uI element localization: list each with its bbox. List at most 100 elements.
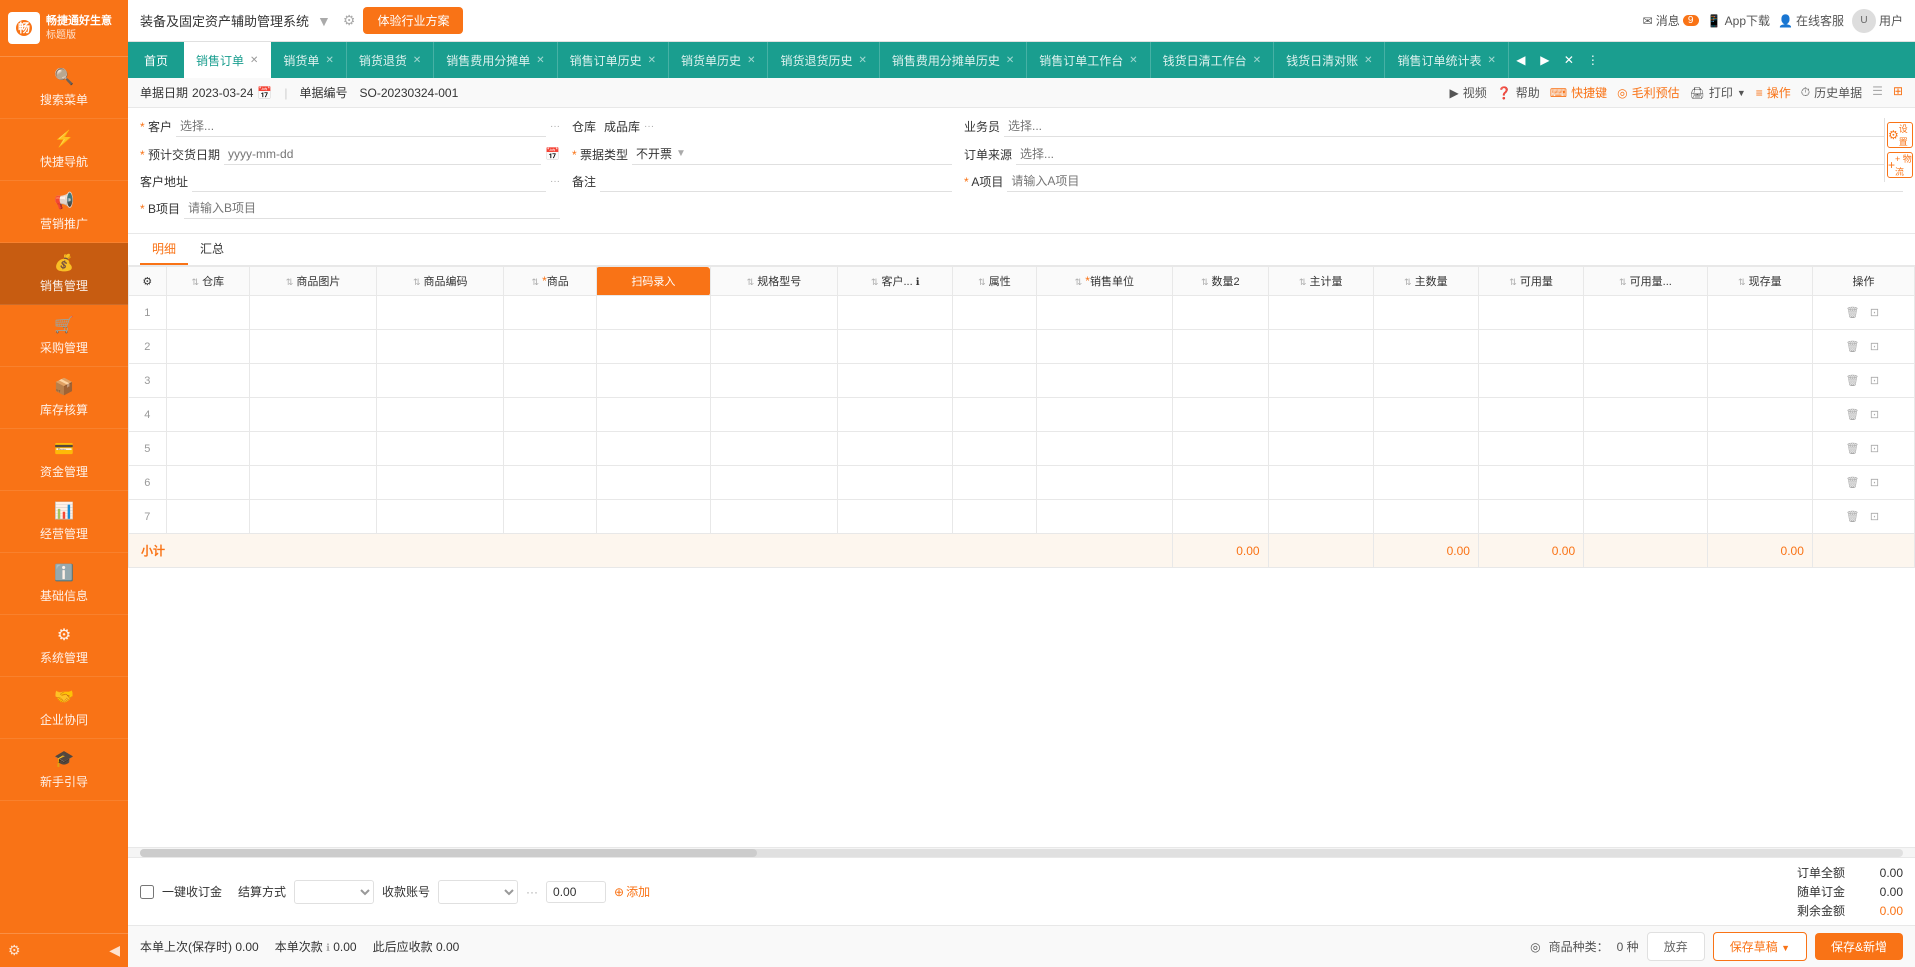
sidebar-item-collab[interactable]: 🤝 企业协同 xyxy=(0,677,128,739)
solution-button[interactable]: 体验行业方案 xyxy=(363,7,463,34)
history-btn[interactable]: ⏱ 历史单据 xyxy=(1801,84,1862,101)
row-stock-1[interactable] xyxy=(1707,296,1812,330)
tab-workbench[interactable]: 销售订单工作台 ✕ xyxy=(1027,42,1150,78)
tab-fee-split[interactable]: 销售费用分摊单 ✕ xyxy=(434,42,557,78)
row-delete-1[interactable]: 🗑 xyxy=(1842,303,1862,323)
row-warehouse-1[interactable] xyxy=(166,296,249,330)
tab-close-reconcile[interactable]: ✕ xyxy=(1364,55,1372,66)
col-qty2[interactable]: ⇅ 数量2 xyxy=(1173,267,1268,296)
row-copy-2[interactable]: ⊡ xyxy=(1864,337,1884,357)
row-delete-7[interactable]: 🗑 xyxy=(1842,507,1862,527)
row-available-1[interactable] xyxy=(1478,296,1583,330)
row-main-qty-2[interactable] xyxy=(1373,330,1478,364)
b-project-input[interactable] xyxy=(184,198,560,219)
tab-close-return[interactable]: ✕ xyxy=(413,55,421,66)
row-code-1[interactable] xyxy=(377,296,504,330)
add-material-btn[interactable]: + + 物流 xyxy=(1887,152,1913,178)
app-download-btn[interactable]: 📱 App下载 xyxy=(1707,12,1770,29)
row-copy-4[interactable]: ⊡ xyxy=(1864,405,1884,425)
sidebar-item-marketing[interactable]: 📢 营销推广 xyxy=(0,181,128,243)
row-warehouse-2[interactable] xyxy=(166,330,249,364)
row-spec-1[interactable] xyxy=(710,296,837,330)
calendar-icon[interactable]: 📅 xyxy=(257,86,272,100)
row-copy-7[interactable]: ⊡ xyxy=(1864,507,1884,527)
col-image[interactable]: ⇅ 商品图片 xyxy=(249,267,376,296)
delivery-input[interactable] xyxy=(224,144,541,165)
row-product-2[interactable] xyxy=(504,330,597,364)
row-attr-1[interactable] xyxy=(953,296,1036,330)
row-product-1[interactable] xyxy=(504,296,597,330)
row-main-qty-1[interactable] xyxy=(1373,296,1478,330)
tab-home[interactable]: 首页 xyxy=(128,42,184,78)
col-customer-code[interactable]: ⇅ 客户... ℹ xyxy=(838,267,953,296)
sidebar-settings-btn[interactable]: ⚙ xyxy=(8,942,21,959)
row-copy-6[interactable]: ⊡ xyxy=(1864,473,1884,493)
tab-close-fee-history[interactable]: ✕ xyxy=(1006,55,1014,66)
tab-close-all[interactable]: ✕ xyxy=(1557,42,1581,78)
message-btn[interactable]: ✉ 消息 9 xyxy=(1643,12,1699,29)
warehouse-value[interactable]: 成品库 xyxy=(604,118,640,135)
online-service-btn[interactable]: 👤 在线客服 xyxy=(1778,12,1844,29)
row-code-2[interactable] xyxy=(377,330,504,364)
tab-summary[interactable]: 汇总 xyxy=(188,234,236,265)
row-barcode-2[interactable] xyxy=(596,330,710,364)
staff-input[interactable] xyxy=(1004,116,1903,137)
col-spec[interactable]: ⇅ 规格型号 xyxy=(710,267,837,296)
sidebar-item-system[interactable]: ⚙ 系统管理 xyxy=(0,615,128,677)
sidebar-item-guide[interactable]: 🎓 新手引导 xyxy=(0,739,128,801)
table-scrollbar[interactable] xyxy=(128,847,1915,857)
row-delete-3[interactable]: 🗑 xyxy=(1842,371,1862,391)
row-spec-2[interactable] xyxy=(710,330,837,364)
tab-return-history[interactable]: 销货退货历史 ✕ xyxy=(768,42,879,78)
operation-btn[interactable]: ≡ 操作 xyxy=(1756,84,1791,101)
sidebar-item-search[interactable]: 🔍 搜索菜单 xyxy=(0,57,128,119)
row-copy-1[interactable]: ⊡ xyxy=(1864,303,1884,323)
sidebar-item-base[interactable]: ℹ️ 基础信息 xyxy=(0,553,128,615)
row-image-2[interactable] xyxy=(249,330,376,364)
row-copy-5[interactable]: ⊡ xyxy=(1864,439,1884,459)
invoice-select[interactable]: 不开票 ▼ xyxy=(632,143,952,165)
delivery-cal-icon[interactable]: 📅 xyxy=(545,147,560,161)
tab-reconcile[interactable]: 钱货日清对账 ✕ xyxy=(1274,42,1385,78)
tab-close-sales[interactable]: ✕ xyxy=(250,55,258,66)
col-warehouse[interactable]: ⇅ 仓库 xyxy=(166,267,249,296)
tab-order-history[interactable]: 销售订单历史 ✕ xyxy=(558,42,669,78)
payment-amount[interactable] xyxy=(546,881,606,903)
col-stock[interactable]: ⇅ 现存量 xyxy=(1707,267,1812,296)
col-product[interactable]: ⇅ *商品 xyxy=(504,267,597,296)
row-warehouse-3[interactable] xyxy=(166,364,249,398)
row-delete-4[interactable]: 🗑 xyxy=(1842,405,1862,425)
row-delete-6[interactable]: 🗑 xyxy=(1842,473,1862,493)
tab-note-history[interactable]: 销货单历史 ✕ xyxy=(669,42,768,78)
tab-detail[interactable]: 明细 xyxy=(140,234,188,265)
save-new-btn[interactable]: 保存&新增 xyxy=(1815,933,1903,960)
account-select[interactable] xyxy=(438,880,518,904)
col-barcode[interactable]: 扫码录入 xyxy=(596,267,710,296)
row-unit-1[interactable] xyxy=(1036,296,1173,330)
help-btn[interactable]: ❓ 帮助 xyxy=(1497,84,1540,101)
sidebar-item-sales[interactable]: 💰 销售管理 xyxy=(0,243,128,305)
col-unit[interactable]: ⇅ *销售单位 xyxy=(1036,267,1173,296)
dropdown-arrow-icon[interactable]: ▼ xyxy=(317,13,331,29)
sidebar-item-inventory[interactable]: 📦 库存核算 xyxy=(0,367,128,429)
tab-nav-right[interactable]: ▶ xyxy=(1533,42,1557,78)
row-available2-2[interactable] xyxy=(1584,330,1708,364)
grid-view-icon[interactable]: ⊞ xyxy=(1893,84,1903,101)
draft-arrow-icon[interactable]: ▼ xyxy=(1781,943,1790,953)
col-attr[interactable]: ⇅ 属性 xyxy=(953,267,1036,296)
sidebar-item-management[interactable]: 📊 经营管理 xyxy=(0,491,128,553)
row-delete-5[interactable]: 🗑 xyxy=(1842,439,1862,459)
tab-close-stats[interactable]: ✕ xyxy=(1488,55,1496,66)
save-draft-btn[interactable]: 保存草稿 ▼ xyxy=(1713,932,1807,961)
row-main-unit-2[interactable] xyxy=(1268,330,1373,364)
row-available-2[interactable] xyxy=(1478,330,1583,364)
row-qty2-1[interactable] xyxy=(1173,296,1268,330)
tab-more[interactable]: ⋮ xyxy=(1581,42,1605,78)
a-project-input[interactable] xyxy=(1007,171,1903,192)
user-btn[interactable]: U 用户 xyxy=(1852,9,1903,33)
tab-sales-note[interactable]: 销货单 ✕ xyxy=(271,42,346,78)
row-attr-2[interactable] xyxy=(953,330,1036,364)
tab-close-return-history[interactable]: ✕ xyxy=(858,55,866,66)
tab-return[interactable]: 销货退货 ✕ xyxy=(347,42,434,78)
address-dots[interactable]: ··· xyxy=(550,176,560,187)
